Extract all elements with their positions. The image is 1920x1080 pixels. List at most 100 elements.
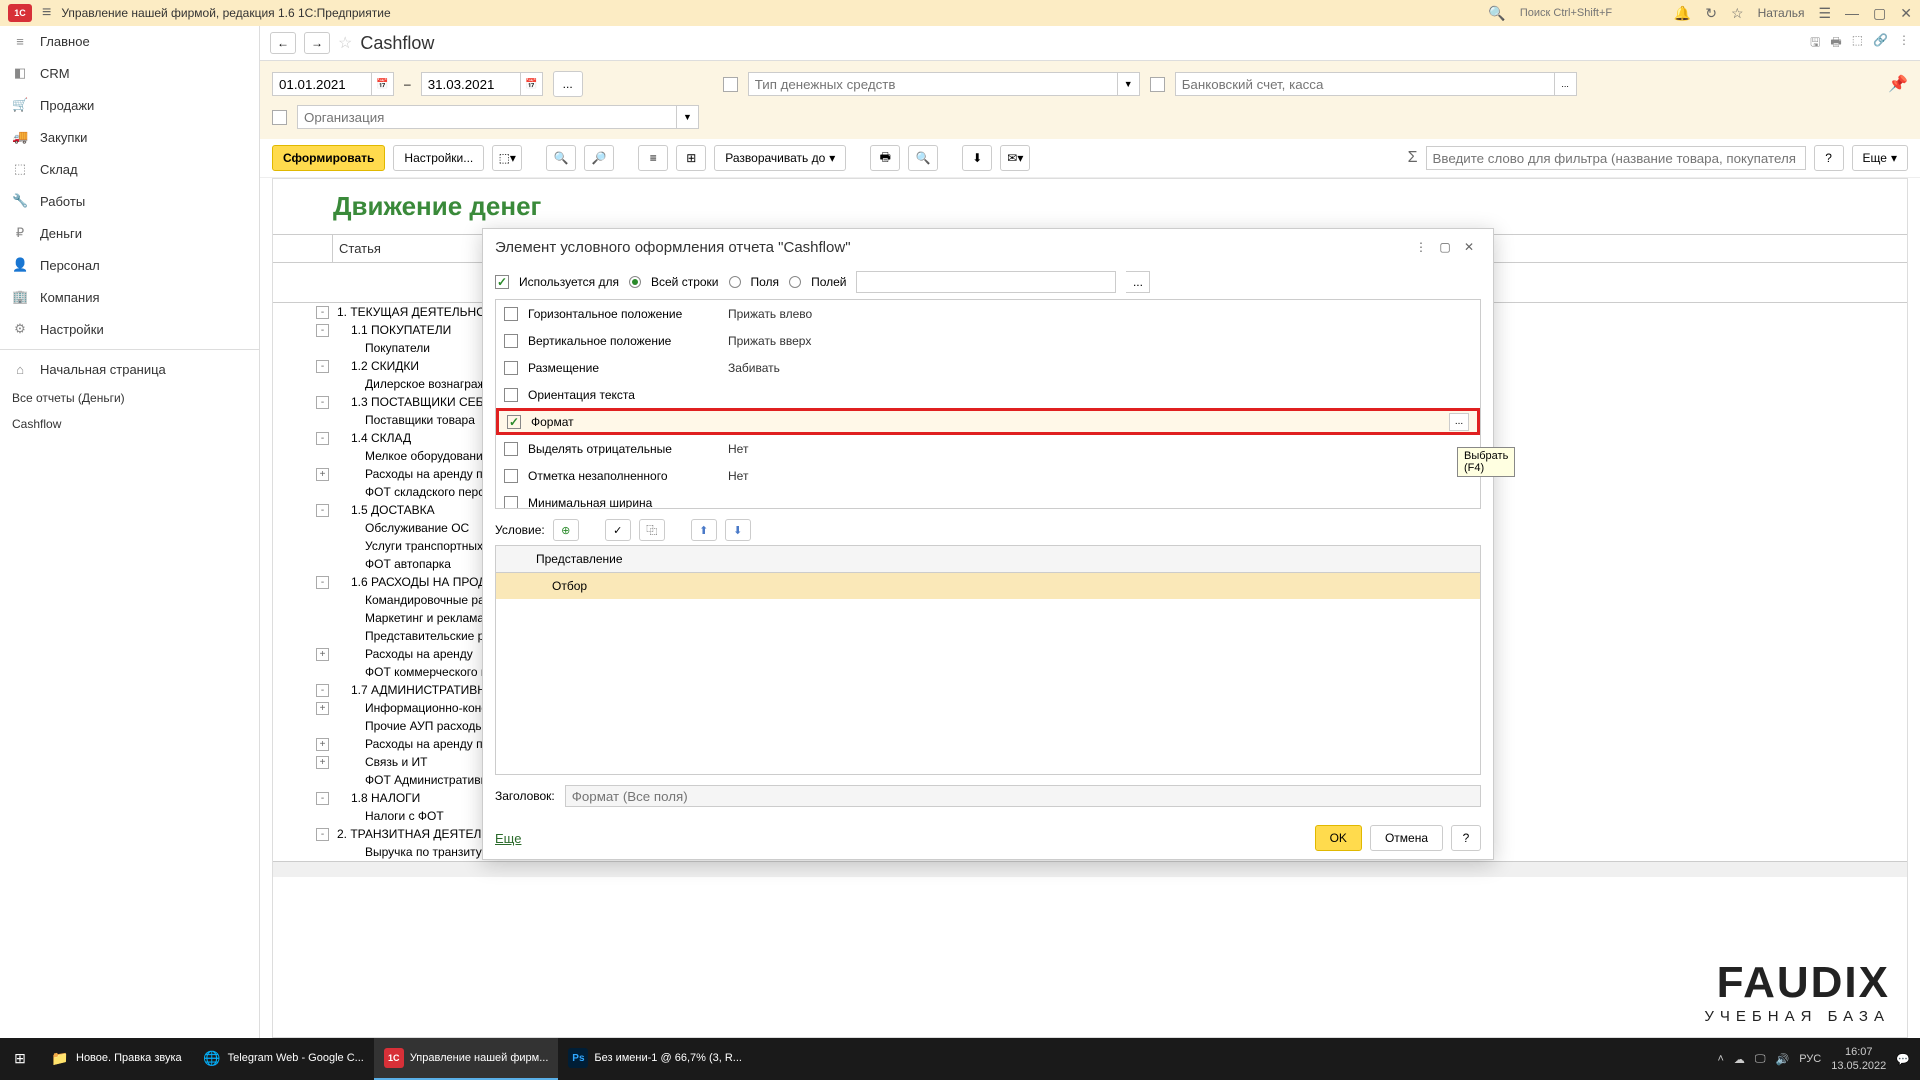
dialog-maximize-icon[interactable]: ▢ [1433,237,1457,257]
prop-row[interactable]: Ориентация текста [496,381,1480,408]
sidebar-item-works[interactable]: 🔧Работы [0,185,259,217]
task-audio[interactable]: 📁Новое. Правка звука [40,1038,192,1080]
task-photoshop[interactable]: PsБез имени-1 @ 66,7% (3, R... [558,1038,752,1080]
check-all-button[interactable]: ✓ [605,519,631,541]
pin-icon[interactable]: 📌 [1888,74,1908,94]
date-more-button[interactable]: ... [553,71,583,97]
nav-back-button[interactable]: ← [270,32,296,54]
tree-toggle[interactable]: - [316,792,329,805]
account-combo[interactable] [1175,72,1555,96]
sidebar-item-main[interactable]: ≡Главное [0,26,259,57]
more-icon[interactable]: ⋮ [1898,33,1910,54]
date-from-input[interactable] [272,72,372,96]
sidebar-item-warehouse[interactable]: ⬚Склад [0,153,259,185]
dialog-menu-icon[interactable]: ⋮ [1409,237,1433,257]
fields-input[interactable] [856,271,1116,293]
tree-toggle[interactable]: - [316,432,329,445]
grid-row-filter[interactable]: Отбор [496,573,1480,599]
org-combo[interactable] [297,105,677,129]
org-checkbox[interactable] [272,110,287,125]
dialog-close-icon[interactable]: ✕ [1457,237,1481,257]
prop-checkbox[interactable] [504,361,518,375]
tray-volume-icon[interactable]: 🔊 [1776,1053,1790,1066]
clock[interactable]: 16:07 13.05.2022 [1831,1045,1886,1074]
radio-fields[interactable] [789,276,801,288]
tray-monitor-icon[interactable]: 🖵 [1755,1053,1766,1066]
sidebar-sub-cashflow[interactable]: Cashflow [0,411,259,437]
save-icon[interactable]: 🖫 [1810,33,1820,54]
search-next-button[interactable]: 🔎 [584,145,614,171]
start-button[interactable]: ⊞ [0,1038,40,1080]
expand-to-button[interactable]: Разворачивать до ▾ [714,145,846,171]
bell-icon[interactable]: 🔔 [1674,5,1691,22]
dialog-help-button[interactable]: ? [1451,825,1481,851]
tree-toggle[interactable]: - [316,504,329,517]
footer-input[interactable] [565,785,1481,807]
account-combo-more[interactable]: ... [1555,72,1577,96]
link-icon[interactable]: 🔗 [1873,33,1888,54]
tree-toggle[interactable]: - [316,828,329,841]
calendar-from-icon[interactable]: 📅 [372,72,394,96]
star-icon[interactable]: ☆ [1731,5,1744,22]
more-link[interactable]: Еще [495,831,521,846]
prop-row[interactable]: Горизонтальное положениеПрижать влево [496,300,1480,327]
prop-row[interactable]: Формат... [496,408,1480,435]
expand-all-button[interactable]: ⊞ [676,145,706,171]
prop-checkbox[interactable] [504,334,518,348]
prop-value-input[interactable] [731,413,1439,431]
account-checkbox[interactable] [1150,77,1165,92]
sidebar-item-company[interactable]: 🏢Компания [0,281,259,313]
tree-toggle[interactable]: + [316,468,329,481]
date-to-input[interactable] [421,72,521,96]
prop-row[interactable]: Вертикальное положениеПрижать вверх [496,327,1480,354]
help-button[interactable]: ? [1814,145,1844,171]
export-icon[interactable]: ⬚ [1852,33,1863,54]
print-button[interactable]: 🖶 [870,145,900,171]
filter-input[interactable] [1426,146,1806,170]
tree-toggle[interactable]: - [316,360,329,373]
radio-field[interactable] [729,276,741,288]
type-checkbox[interactable] [723,77,738,92]
sidebar-item-purchases[interactable]: 🚚Закупки [0,121,259,153]
sidebar-item-sales[interactable]: 🛒Продажи [0,89,259,121]
close-icon[interactable]: ✕ [1900,5,1912,22]
task-chrome[interactable]: 🌐Telegram Web - Google C... [192,1038,374,1080]
generate-button[interactable]: Сформировать [272,145,385,171]
prop-checkbox[interactable] [504,496,518,510]
calendar-to-icon[interactable]: 📅 [521,72,543,96]
sidebar-item-home[interactable]: ⌂Начальная страница [0,354,259,385]
tree-toggle[interactable]: - [316,684,329,697]
prop-ellipsis-button[interactable]: ... [1449,413,1469,431]
sidebar-item-settings[interactable]: ⚙Настройки [0,313,259,345]
minimize-icon[interactable]: — [1845,5,1859,21]
prop-checkbox[interactable] [504,307,518,321]
prop-checkbox[interactable] [504,442,518,456]
save-file-button[interactable]: ⬇ [962,145,992,171]
hamburger-icon[interactable]: ≡ [42,4,51,22]
prop-checkbox[interactable] [504,469,518,483]
org-combo-dropdown[interactable]: ▼ [677,105,699,129]
copy-button[interactable]: ⿻ [639,519,665,541]
print-icon[interactable]: 🖶 [1830,33,1841,54]
variant-button[interactable]: ⬚▾ [492,145,522,171]
move-up-button[interactable]: ⬆ [691,519,717,541]
tree-toggle[interactable]: - [316,576,329,589]
collapse-button[interactable]: ≡ [638,145,668,171]
sidebar-item-money[interactable]: ₽Деньги [0,217,259,249]
prop-row[interactable]: Выделять отрицательныеНет [496,435,1480,462]
settings-button[interactable]: Настройки... [393,145,484,171]
more-button[interactable]: Еще ▾ [1852,145,1908,171]
tree-toggle[interactable]: - [316,306,329,319]
move-down-button[interactable]: ⬇ [725,519,751,541]
tray-notification-icon[interactable]: 💬 [1896,1053,1910,1066]
ok-button[interactable]: OK [1315,825,1362,851]
nav-forward-button[interactable]: → [304,32,330,54]
tray-up-icon[interactable]: ˄ [1717,1053,1723,1065]
search-button[interactable]: 🔍 [546,145,576,171]
task-1c[interactable]: 1СУправление нашей фирм... [374,1038,559,1080]
tree-toggle[interactable]: - [316,396,329,409]
prop-row[interactable]: РазмещениеЗабивать [496,354,1480,381]
prop-row[interactable]: Отметка незаполненногоНет [496,462,1480,489]
prop-row[interactable]: Минимальная ширина [496,489,1480,509]
tree-toggle[interactable]: + [316,702,329,715]
